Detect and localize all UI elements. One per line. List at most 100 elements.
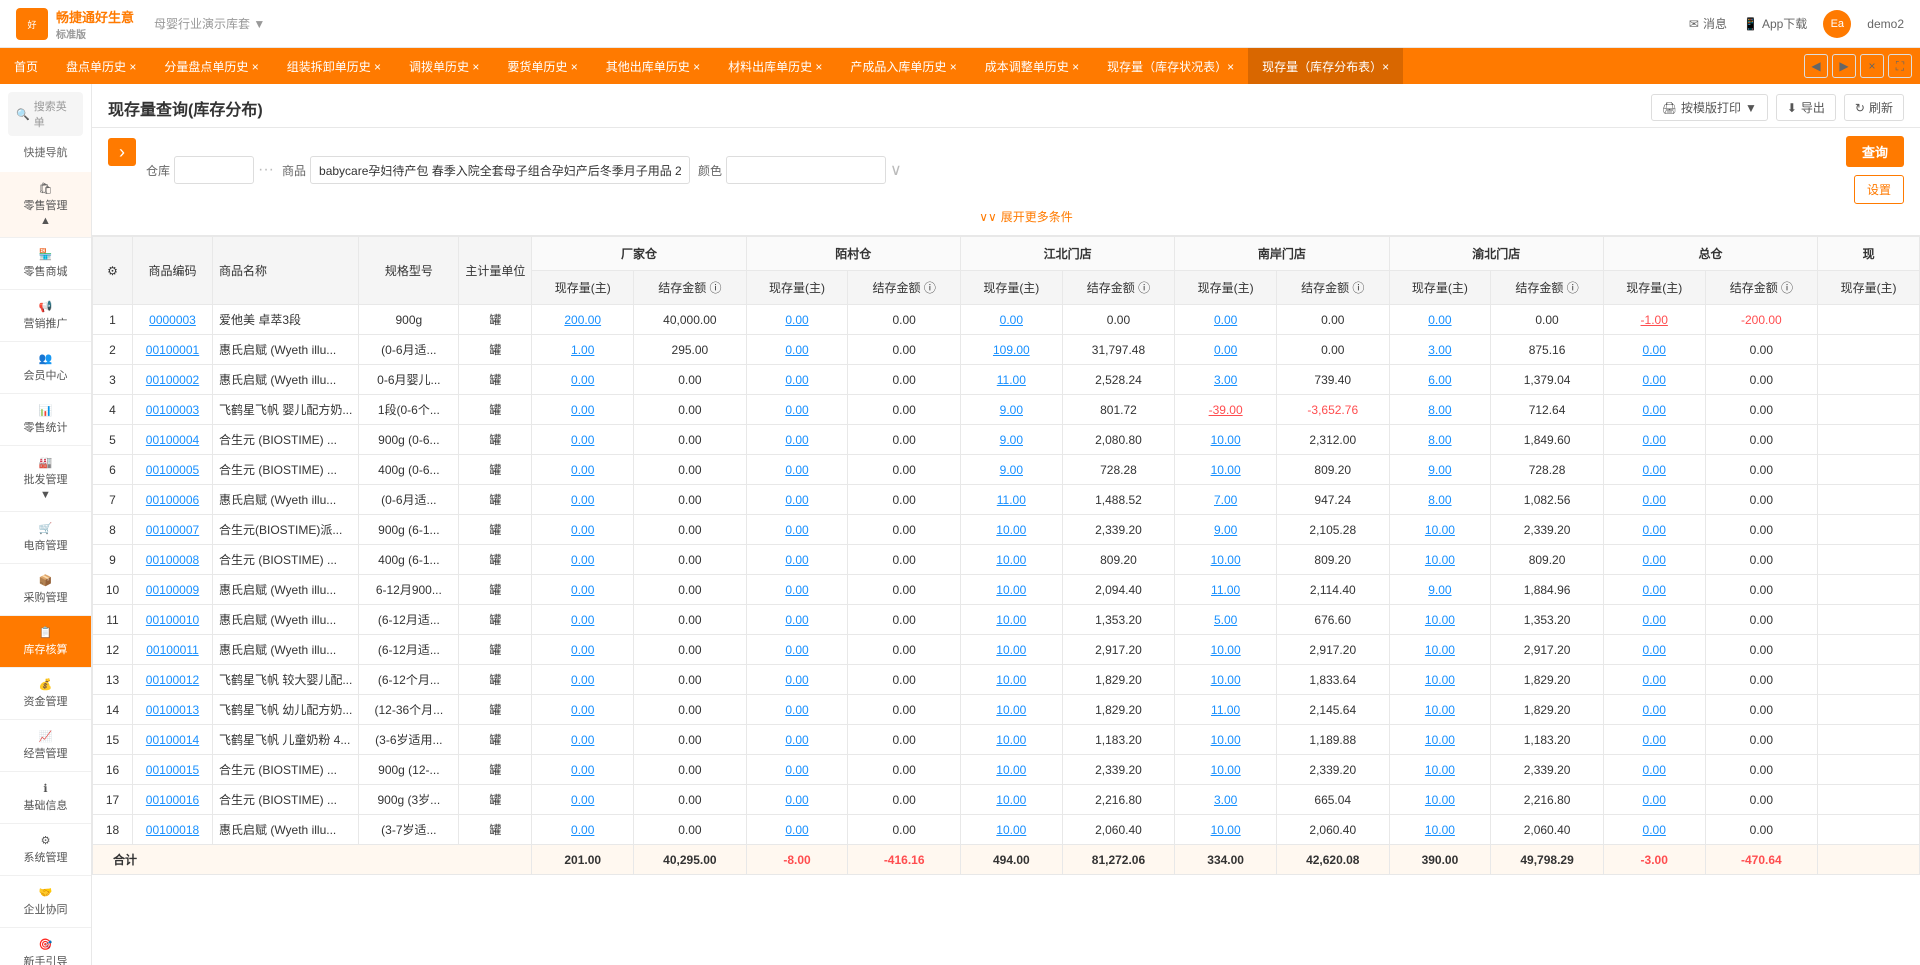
cell-jiangbei-qty[interactable]: 109.00 — [960, 335, 1062, 365]
sidebar-item-wholesale[interactable]: 🏭 批发管理 ▼ — [0, 446, 91, 512]
tab-next-btn[interactable]: ▶ — [1832, 54, 1856, 78]
cell-nanan-qty[interactable]: 10.00 — [1175, 755, 1277, 785]
cell-total-qty[interactable]: 0.00 — [1603, 545, 1705, 575]
cell-yubei-qty[interactable]: 10.00 — [1389, 725, 1491, 755]
cell-yubei-qty[interactable]: 3.00 — [1389, 335, 1491, 365]
cell-code[interactable]: 00100007 — [133, 515, 213, 545]
nav-tab-5[interactable]: 要货单历史 × — [493, 48, 591, 84]
cell-total-qty[interactable]: 0.00 — [1603, 725, 1705, 755]
cell-jiangbei-qty[interactable]: 0.00 — [960, 305, 1062, 335]
search-box[interactable]: 🔍 搜索英单 — [8, 92, 83, 136]
industry-selector[interactable]: 母婴行业演示库套 ▼ — [154, 15, 265, 32]
sidebar-item-ecommerce[interactable]: 🛒 电商管理 — [0, 512, 91, 564]
warehouse-input[interactable] — [174, 156, 254, 184]
sidebar-item-purchase[interactable]: 📦 采购管理 — [0, 564, 91, 616]
cell-yubei-qty[interactable]: 10.00 — [1389, 605, 1491, 635]
nav-tab-6[interactable]: 其他出库单历史 × — [592, 48, 714, 84]
nav-tab-3[interactable]: 组装拆卸单历史 × — [273, 48, 395, 84]
cell-mucun-qty[interactable]: 0.00 — [746, 725, 848, 755]
cell-nanan-qty[interactable]: 10.00 — [1175, 545, 1277, 575]
tab-prev-btn[interactable]: ◀ — [1804, 54, 1828, 78]
cell-jiangbei-qty[interactable]: 10.00 — [960, 665, 1062, 695]
cell-mucun-qty[interactable]: 0.00 — [746, 545, 848, 575]
filter-toggle-btn[interactable]: › — [108, 138, 136, 166]
cell-code[interactable]: 00100002 — [133, 365, 213, 395]
goods-input[interactable] — [310, 156, 690, 184]
cell-nanan-qty[interactable]: 10.00 — [1175, 725, 1277, 755]
cell-yubei-qty[interactable]: 10.00 — [1389, 785, 1491, 815]
cell-jiangbei-qty[interactable]: 10.00 — [960, 725, 1062, 755]
sidebar-item-retail-mgmt[interactable]: 🛍 零售管理 ▲ — [0, 172, 91, 238]
cell-factory-qty[interactable]: 0.00 — [532, 365, 634, 395]
cell-mucun-qty[interactable]: 0.00 — [746, 695, 848, 725]
cell-jiangbei-qty[interactable]: 10.00 — [960, 815, 1062, 845]
cell-code[interactable]: 00100011 — [133, 635, 213, 665]
cell-yubei-qty[interactable]: 10.00 — [1389, 665, 1491, 695]
settings-icon[interactable]: ⚙ — [107, 264, 118, 278]
app-download-btn[interactable]: 📱 App下载 — [1743, 15, 1807, 32]
cell-mucun-qty[interactable]: 0.00 — [746, 635, 848, 665]
cell-factory-qty[interactable]: 0.00 — [532, 785, 634, 815]
sidebar-item-retail-shop[interactable]: 🏪 零售商城 — [0, 238, 91, 290]
nav-tab-8[interactable]: 产成品入库单历史 × — [836, 48, 970, 84]
cell-nanan-qty[interactable]: 10.00 — [1175, 665, 1277, 695]
cell-mucun-qty[interactable]: 0.00 — [746, 515, 848, 545]
sidebar-item-system[interactable]: ⚙ 系统管理 — [0, 824, 91, 876]
cell-code[interactable]: 00100013 — [133, 695, 213, 725]
cell-factory-qty[interactable]: 0.00 — [532, 665, 634, 695]
tab-expand-btn[interactable]: ⛶ — [1888, 54, 1912, 78]
sidebar-item-guide[interactable]: 🎯 新手引导 — [0, 928, 91, 965]
cell-yubei-qty[interactable]: 10.00 — [1389, 515, 1491, 545]
cell-jiangbei-qty[interactable]: 9.00 — [960, 425, 1062, 455]
sidebar-item-inventory[interactable]: 📋 库存核算 — [0, 616, 91, 668]
cell-total-qty[interactable]: 0.00 — [1603, 815, 1705, 845]
cell-yubei-qty[interactable]: 8.00 — [1389, 485, 1491, 515]
cell-factory-qty[interactable]: 0.00 — [532, 725, 634, 755]
cell-code[interactable]: 00100016 — [133, 785, 213, 815]
user-name[interactable]: demo2 — [1867, 17, 1904, 31]
cell-yubei-qty[interactable]: 6.00 — [1389, 365, 1491, 395]
cell-total-qty[interactable]: 0.00 — [1603, 635, 1705, 665]
cell-mucun-qty[interactable]: 0.00 — [746, 485, 848, 515]
message-btn[interactable]: ✉ 消息 — [1689, 15, 1727, 32]
cell-code[interactable]: 0000003 — [133, 305, 213, 335]
cell-code[interactable]: 00100001 — [133, 335, 213, 365]
quick-nav-btn[interactable]: 快捷导航 — [8, 140, 83, 164]
user-avatar[interactable]: Ea — [1823, 10, 1851, 38]
cell-code[interactable]: 00100004 — [133, 425, 213, 455]
cell-yubei-qty[interactable]: 8.00 — [1389, 425, 1491, 455]
cell-nanan-qty[interactable]: 3.00 — [1175, 365, 1277, 395]
cell-total-qty[interactable]: 0.00 — [1603, 695, 1705, 725]
cell-factory-qty[interactable]: 0.00 — [532, 395, 634, 425]
sidebar-item-retail-stat[interactable]: 📊 零售统计 — [0, 394, 91, 446]
cell-jiangbei-qty[interactable]: 10.00 — [960, 695, 1062, 725]
cell-code[interactable]: 00100012 — [133, 665, 213, 695]
export-btn[interactable]: ⬇ 导出 — [1776, 94, 1836, 121]
cell-total-qty[interactable]: 0.00 — [1603, 335, 1705, 365]
cell-code[interactable]: 00100015 — [133, 755, 213, 785]
refresh-btn[interactable]: ↻ 刷新 — [1844, 94, 1904, 121]
cell-total-qty[interactable]: 0.00 — [1603, 785, 1705, 815]
cell-factory-qty[interactable]: 0.00 — [532, 605, 634, 635]
cell-total-qty[interactable]: 0.00 — [1603, 395, 1705, 425]
tab-close-btn[interactable]: × — [1860, 54, 1884, 78]
cell-nanan-qty[interactable]: 10.00 — [1175, 815, 1277, 845]
cell-factory-qty[interactable]: 0.00 — [532, 485, 634, 515]
cell-code[interactable]: 00100018 — [133, 815, 213, 845]
cell-code[interactable]: 00100010 — [133, 605, 213, 635]
cell-nanan-qty[interactable]: 10.00 — [1175, 635, 1277, 665]
cell-yubei-qty[interactable]: 10.00 — [1389, 635, 1491, 665]
sidebar-item-finance[interactable]: 💰 资金管理 — [0, 668, 91, 720]
sidebar-item-collab[interactable]: 🤝 企业协同 — [0, 876, 91, 928]
cell-nanan-qty[interactable]: 10.00 — [1175, 425, 1277, 455]
expand-conditions-btn[interactable]: ∨∨ 展开更多条件 — [979, 208, 1073, 225]
nav-tab-9[interactable]: 成本调整单历史 × — [971, 48, 1093, 84]
cell-mucun-qty[interactable]: 0.00 — [746, 395, 848, 425]
cell-mucun-qty[interactable]: 0.00 — [746, 335, 848, 365]
cell-factory-qty[interactable]: 0.00 — [532, 755, 634, 785]
color-input[interactable] — [726, 156, 886, 184]
cell-factory-qty[interactable]: 0.00 — [532, 425, 634, 455]
cell-yubei-qty[interactable]: 9.00 — [1389, 575, 1491, 605]
cell-factory-qty[interactable]: 200.00 — [532, 305, 634, 335]
cell-total-qty[interactable]: -1.00 — [1603, 305, 1705, 335]
